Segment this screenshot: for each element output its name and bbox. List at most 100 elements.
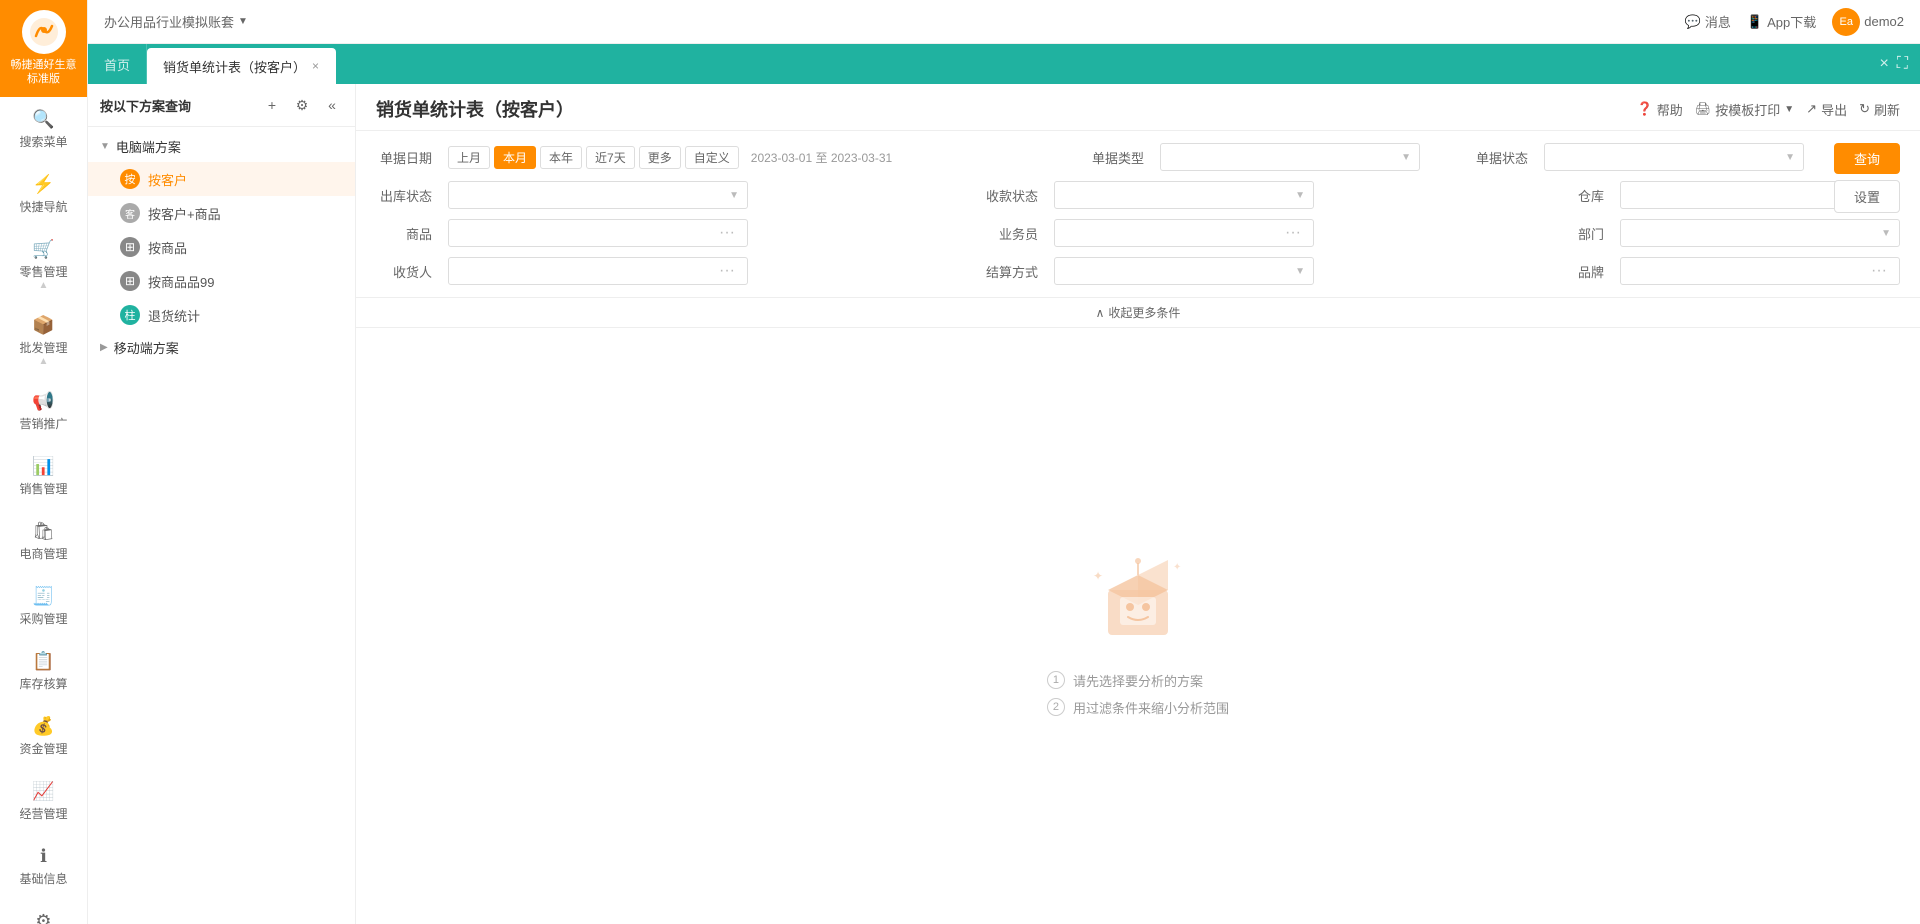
sidebar: 畅捷通好生意标准版 🔍 搜索菜单 ⚡ 快捷导航 🛒 零售管理 ▲ 📦 批发管理 … (0, 0, 88, 924)
filter-row-2: 出库状态 ▼ 收款状态 ▼ 仓库 (376, 181, 1900, 209)
tip-num-1: 1 (1047, 671, 1065, 689)
sidebar-item-retail[interactable]: 🛒 零售管理 ▲ (0, 227, 87, 303)
empty-icon: ✦ ✦ (1078, 535, 1198, 655)
search-icon: 🔍 (32, 109, 54, 130)
receiver-dots-icon[interactable]: ··· (715, 262, 739, 280)
tab-home[interactable]: 首页 (88, 44, 147, 84)
department-select[interactable]: ▼ (1620, 219, 1900, 247)
sidebar-item-basic[interactable]: ℹ 基础信息 (0, 834, 87, 899)
content-area: 按以下方案查询 + ⚙ « ▼ 电脑端方案 按 按客户 (88, 84, 1920, 924)
last-month-btn[interactable]: 上月 (448, 146, 490, 169)
tab-close-icon[interactable]: × (312, 59, 319, 73)
this-month-btn[interactable]: 本月 (494, 146, 536, 169)
sidebar-item-label: 库存核算 (19, 675, 67, 692)
settings-scheme-btn[interactable]: ⚙ (291, 94, 313, 116)
query-action-area: 查询 设置 (1834, 143, 1900, 213)
collapse-panel-btn[interactable]: « (321, 94, 343, 116)
print-icon: 🖨 (1695, 101, 1712, 117)
left-panel-title: 按以下方案查询 (100, 96, 191, 115)
custom-btn[interactable]: 自定义 (685, 146, 739, 169)
product-select[interactable]: ··· (448, 219, 748, 247)
sidebar-item-marketing[interactable]: 📢 营销推广 (0, 379, 87, 444)
by-customer-label: 按客户 (148, 170, 187, 189)
sidebar-item-system[interactable]: ⚙ 系统管理 (0, 899, 87, 924)
more-btn[interactable]: 更多 (639, 146, 681, 169)
collapse-btn[interactable]: ∧ 收起更多条件 (1096, 304, 1181, 321)
sidebar-item-operation[interactable]: 📈 经营管理 (0, 769, 87, 834)
tab-home-label: 首页 (104, 55, 130, 74)
help-btn[interactable]: ❓ 帮助 (1637, 100, 1683, 119)
by-product-99-icon: ⊞ (120, 271, 140, 291)
sidebar-item-label: 营销推广 (19, 415, 67, 432)
collapse-bar[interactable]: ∧ 收起更多条件 (356, 298, 1920, 328)
bill-type-select[interactable]: ▼ (1160, 143, 1420, 171)
tree-arrow-collapsed-icon: ▶ (100, 342, 108, 353)
company-name: 办公用品行业模拟账套 (104, 12, 234, 31)
out-status-select[interactable]: ▼ (448, 181, 748, 209)
settings-btn[interactable]: 设置 (1834, 180, 1900, 213)
brand-select[interactable]: ··· (1620, 257, 1900, 285)
tree-item-by-customer-product[interactable]: 客 按客户+商品 (88, 196, 355, 230)
window-maximize-btn[interactable]: ⛶ (1897, 55, 1908, 73)
salesperson-select[interactable]: ··· (1054, 219, 1314, 247)
tree-group-desktop-label: 电脑端方案 (116, 137, 181, 156)
user-area[interactable]: Ea demo2 (1832, 8, 1904, 36)
brand-dots-icon[interactable]: ··· (1867, 262, 1891, 280)
tree-item-by-product[interactable]: ⊞ 按商品 (88, 230, 355, 264)
refresh-btn[interactable]: ↻ 刷新 (1859, 100, 1900, 119)
tree-item-by-customer[interactable]: 按 按客户 (88, 162, 355, 196)
avatar-text: Ea (1840, 16, 1853, 28)
sidebar-item-wholesale[interactable]: 📦 批发管理 ▲ (0, 303, 87, 379)
sidebar-item-finance[interactable]: 💰 资金管理 (0, 704, 87, 769)
sidebar-item-inventory[interactable]: 📋 库存核算 (0, 639, 87, 704)
sidebar-item-ecommerce[interactable]: 🛍 电商管理 (0, 509, 87, 574)
window-close-btn[interactable]: × (1879, 55, 1888, 73)
add-scheme-btn[interactable]: + (261, 94, 283, 116)
out-status-arrow-icon: ▼ (729, 190, 739, 201)
tree-group-mobile-header[interactable]: ▶ 移动端方案 (88, 332, 355, 363)
product-dots-icon[interactable]: ··· (715, 224, 739, 242)
page-title: 销货单统计表（按客户） (376, 96, 574, 122)
date-range: 2023-03-01 至 2023-03-31 (751, 149, 892, 166)
by-product-99-label: 按商品品99 (148, 272, 214, 291)
avatar: Ea (1832, 8, 1860, 36)
sidebar-item-quicknav[interactable]: ⚡ 快捷导航 (0, 162, 87, 227)
sidebar-item-label: 经营管理 (19, 805, 67, 822)
tip-num-2: 2 (1047, 698, 1065, 716)
export-btn[interactable]: ↗ 导出 (1806, 100, 1847, 119)
empty-svg: ✦ ✦ (1078, 535, 1198, 655)
sidebar-item-label: 基础信息 (19, 870, 67, 887)
empty-tip-1: 1 请先选择要分析的方案 (1047, 671, 1229, 690)
receipt-status-select[interactable]: ▼ (1054, 181, 1314, 209)
tree-item-return-stat[interactable]: 柱 退货统计 (88, 298, 355, 332)
tree-item-by-product-99[interactable]: ⊞ 按商品品99 (88, 264, 355, 298)
app-download-btn[interactable]: 📱 App下载 (1747, 12, 1816, 31)
sidebar-item-label: 电商管理 (19, 545, 67, 562)
sidebar-item-search[interactable]: 🔍 搜索菜单 (0, 97, 87, 162)
print-btn[interactable]: 🖨 按模板打印 ▼ (1695, 100, 1794, 119)
print-label: 按模板打印 (1715, 100, 1780, 119)
this-year-btn[interactable]: 本年 (540, 146, 582, 169)
sidebar-item-label: 销售管理 (19, 480, 67, 497)
tree-group-desktop-header[interactable]: ▼ 电脑端方案 (88, 131, 355, 162)
receiver-select[interactable]: ··· (448, 257, 748, 285)
empty-state: ✦ ✦ 1 请先选择要分析的方案 2 用过滤条件来缩小分析范围 (356, 328, 1920, 924)
bill-status-select[interactable]: ▼ (1544, 143, 1804, 171)
retail-icon: 🛒 (32, 239, 54, 260)
sidebar-item-purchase[interactable]: 🧾 采购管理 (0, 574, 87, 639)
tab-sales-stat[interactable]: 销货单统计表（按客户） × (147, 48, 336, 84)
message-btn[interactable]: 💬 消息 (1685, 12, 1731, 31)
by-product-icon: ⊞ (120, 237, 140, 257)
refresh-label: 刷新 (1874, 100, 1900, 119)
return-stat-label: 退货统计 (148, 306, 200, 325)
sidebar-menu: 🔍 搜索菜单 ⚡ 快捷导航 🛒 零售管理 ▲ 📦 批发管理 ▲ 📢 营销推广 📊… (0, 97, 87, 924)
logo-svg (28, 16, 60, 48)
last7days-btn[interactable]: 近7天 (586, 146, 635, 169)
sidebar-item-sales[interactable]: 📊 销售管理 (0, 444, 87, 509)
salesperson-dots-icon[interactable]: ··· (1281, 224, 1305, 242)
query-btn[interactable]: 查询 (1834, 143, 1900, 174)
date-buttons: 上月 本月 本年 近7天 更多 自定义 2023-03-01 至 2023-03… (448, 146, 892, 169)
payment-method-select[interactable]: ▼ (1054, 257, 1314, 285)
logo-area[interactable]: 畅捷通好生意标准版 (0, 0, 87, 97)
company-selector[interactable]: 办公用品行业模拟账套 ▼ (104, 12, 248, 31)
